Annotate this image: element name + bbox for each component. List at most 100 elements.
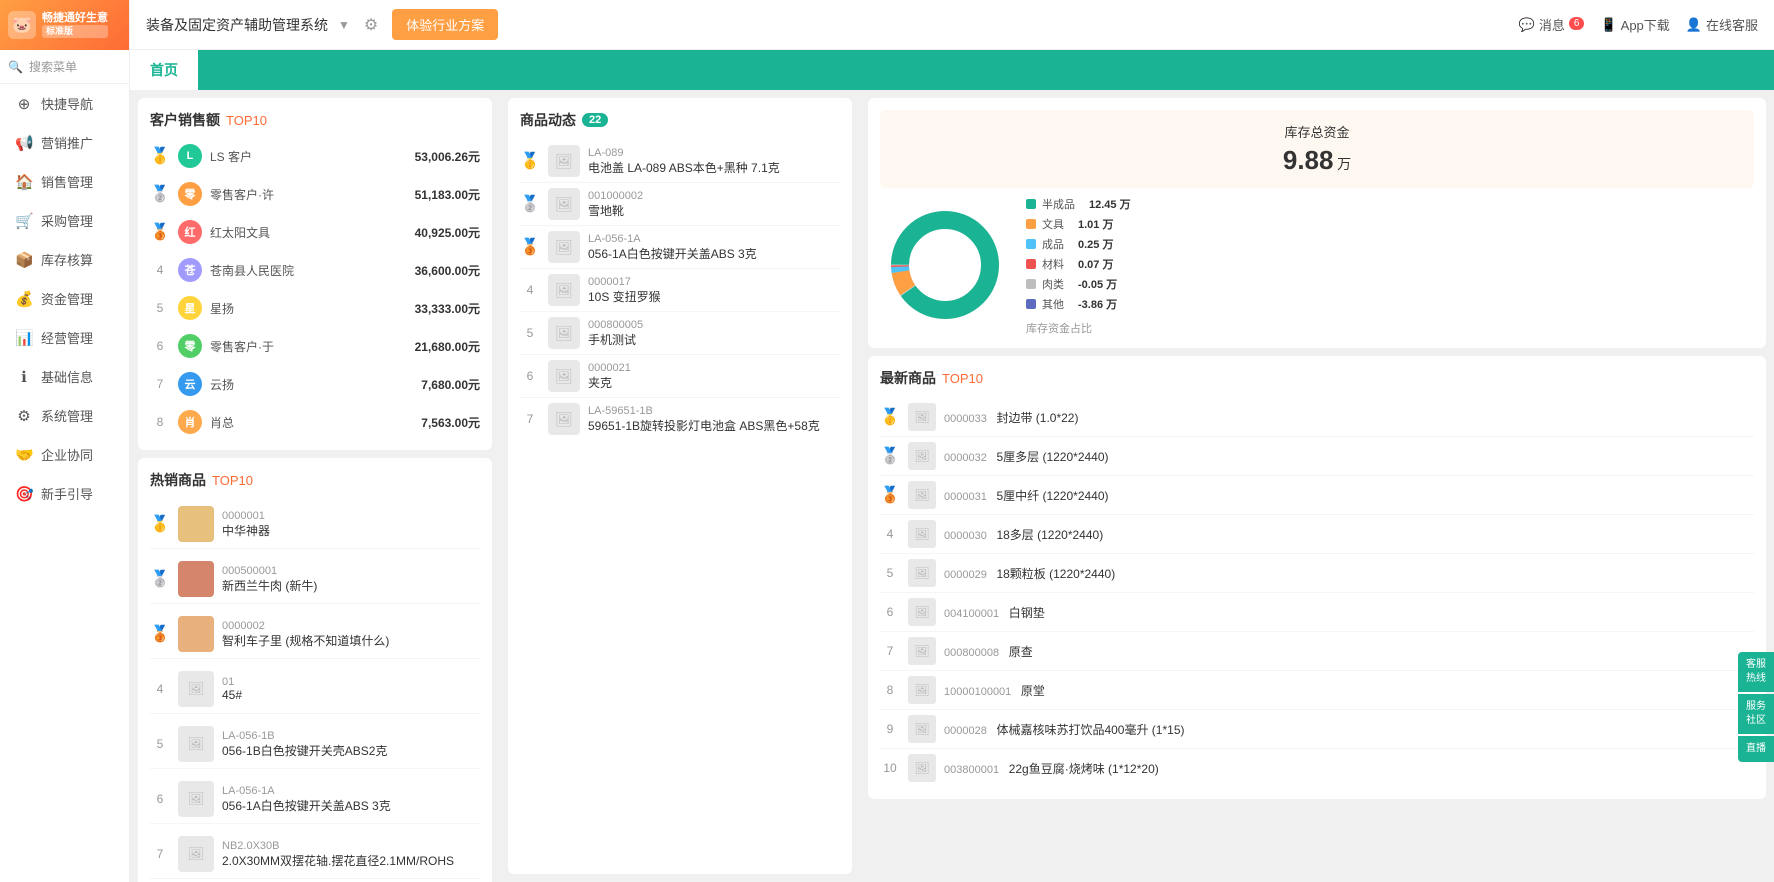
update-code: LA-056-1A: [588, 233, 840, 245]
latest-thumb: 🖼: [908, 676, 936, 704]
float-community[interactable]: 服务社区: [1738, 694, 1774, 734]
hot-product-code: 0000001: [222, 510, 270, 522]
product-updates-title: 商品动态 22: [520, 110, 840, 130]
update-info: 000800005 手机测试: [588, 319, 840, 348]
rank-medal: 🥉: [150, 222, 170, 242]
sales-icon: 🏠: [15, 173, 33, 191]
app-download-btn[interactable]: 📱 App下载: [1600, 15, 1669, 34]
latest-medal: 8: [880, 681, 900, 699]
latest-goods-item: 🥉 🖼 0000031 5厘中纤 (1220*2440): [880, 476, 1754, 515]
hot-product-code: 000500001: [222, 565, 317, 577]
rank-medal: 6: [150, 337, 170, 355]
hot-product-code: LA-056-1B: [222, 730, 387, 742]
sidebar-item-finance[interactable]: 💰 资金管理: [0, 279, 129, 318]
legend-dot-other: [1026, 299, 1036, 309]
hot-product-item: 6 🖼 LA-056-1A 056-1A白色按键开关盖ABS 3克: [150, 775, 480, 824]
sidebar-item-purchase[interactable]: 🛒 采购管理: [0, 201, 129, 240]
rank-amount: 51,183.00元: [415, 186, 480, 203]
latest-goods-item: 8 🖼 10000100001 原堂: [880, 671, 1754, 710]
service-icon: 👤: [1686, 17, 1702, 33]
rank-name: 星扬: [210, 300, 407, 317]
latest-thumb: 🖼: [908, 481, 936, 509]
update-name: 59651-1B旋转投影灯电池盒 ABS黑色+58克: [588, 417, 840, 434]
online-service-btn[interactable]: 👤 在线客服: [1686, 15, 1758, 34]
panel-middle: 商品动态 22 🥇 🖼 LA-089 电池盖 LA-089 ABS本色+黑种 7…: [500, 90, 860, 882]
product-update-item: 5 🖼 000800005 手机测试: [520, 312, 840, 355]
hot-rank-medal: 7: [150, 845, 170, 863]
logo-text: 畅捷通好生意 标准版: [42, 12, 108, 38]
product-placeholder: 🖼: [178, 671, 214, 707]
legend-dot-semifinished: [1026, 199, 1036, 209]
hot-product-item: 4 🖼 01 45#: [150, 665, 480, 714]
rank-avatar: 零: [178, 334, 202, 358]
hot-product-code: NB2.0X30B: [222, 840, 454, 852]
topbar-dropdown-icon[interactable]: ▼: [338, 18, 350, 32]
legend-dot-stationery: [1026, 219, 1036, 229]
customer-rank-item: 4 苍 苍南县人民医院 36,600.00元: [150, 254, 480, 286]
update-thumb: 🖼: [548, 188, 580, 220]
latest-goods-item: 🥈 🖼 0000032 5厘多层 (1220*2440): [880, 437, 1754, 476]
latest-name: 18颗粒板 (1220*2440): [996, 567, 1115, 581]
latest-goods-item: 7 🖼 000800008 原查: [880, 632, 1754, 671]
rank-name: 云扬: [210, 376, 413, 393]
latest-goods-list: 🥇 🖼 0000033 封边带 (1.0*22) 🥈 🖼 0000032 5厘多…: [880, 398, 1754, 787]
rank-name: LS 客户: [210, 148, 407, 165]
nav-home[interactable]: 首页: [130, 50, 198, 90]
update-code: LA-59651-1B: [588, 405, 840, 417]
sidebar-item-system[interactable]: ⚙ 系统管理: [0, 396, 129, 435]
system-icon: ⚙: [15, 407, 33, 425]
latest-code: 003800001: [944, 764, 999, 776]
product-placeholder: 🖼: [178, 726, 214, 762]
hot-product-item: 7 🖼 NB2.0X30B 2.0X30MM双摆花轴.摆花直径2.1MM/ROH…: [150, 830, 480, 879]
sidebar-item-operations[interactable]: 📊 经营管理: [0, 318, 129, 357]
sidebar-item-sales[interactable]: 🏠 销售管理: [0, 162, 129, 201]
update-code: 000800005: [588, 319, 840, 331]
hot-product-name: 056-1A白色按键开关盖ABS 3克: [222, 797, 391, 814]
latest-thumb: 🖼: [908, 754, 936, 782]
hot-product-name: 智利车子里 (规格不知道填什么): [222, 632, 389, 649]
product-update-item: 4 🖼 0000017 10S 变扭罗猴: [520, 269, 840, 312]
topbar-system-name: 装备及固定资产辅助管理系统: [146, 15, 328, 35]
update-medal: 🥉: [520, 237, 540, 257]
sidebar-item-guide[interactable]: 🎯 新手引导: [0, 474, 129, 513]
hot-product-code: 0000002: [222, 620, 389, 632]
latest-thumb: 🖼: [908, 442, 936, 470]
latest-medal: 10: [880, 759, 900, 777]
latest-thumb: 🖼: [908, 559, 936, 587]
product-update-item: 7 🖼 LA-59651-1B 59651-1B旋转投影灯电池盒 ABS黑色+5…: [520, 398, 840, 440]
inventory-total: 库存总资金 9.88 万: [880, 110, 1754, 188]
sidebar-item-shortcuts[interactable]: ⊕ 快捷导航: [0, 84, 129, 123]
sidebar-item-collab[interactable]: 🤝 企业协同: [0, 435, 129, 474]
float-buttons: 客服热线 服务社区 直播: [1738, 652, 1774, 762]
update-code: LA-089: [588, 147, 840, 159]
latest-name: 白钢垫: [1009, 606, 1045, 620]
inventory-icon: 📦: [15, 251, 33, 269]
update-name: 10S 变扭罗猴: [588, 288, 840, 305]
latest-info: 0000029 18颗粒板 (1220*2440): [944, 565, 1754, 582]
topbar-gear-icon[interactable]: ⚙: [364, 15, 378, 35]
update-medal: 5: [520, 324, 540, 342]
sidebar-item-inventory[interactable]: 📦 库存核算: [0, 240, 129, 279]
hot-product-name: 中华神器: [222, 522, 270, 539]
trial-button[interactable]: 体验行业方案: [392, 9, 498, 40]
latest-goods-title: 最新商品 TOP10: [880, 368, 1754, 388]
rank-medal: 🥇: [150, 146, 170, 166]
float-service[interactable]: 客服热线: [1738, 652, 1774, 692]
hot-rank-medal: 🥇: [150, 514, 170, 534]
update-medal: 🥇: [520, 151, 540, 171]
sidebar-item-marketing[interactable]: 📢 营销推广: [0, 123, 129, 162]
sidebar-search[interactable]: 🔍 搜索菜单: [0, 50, 129, 84]
float-live[interactable]: 直播: [1738, 736, 1774, 762]
latest-name: 22g鱼豆腐·烧烤味 (1*12*20): [1009, 762, 1159, 776]
notification-btn[interactable]: 💬 消息 6: [1519, 15, 1585, 34]
hot-product-name: 45#: [222, 688, 242, 702]
latest-goods-item: 10 🖼 003800001 22g鱼豆腐·烧烤味 (1*12*20): [880, 749, 1754, 787]
latest-code: 0000033: [944, 413, 987, 425]
hot-rank-medal: 🥈: [150, 569, 170, 589]
customer-rank-item: 6 零 零售客户·于 21,680.00元: [150, 330, 480, 362]
latest-thumb: 🖼: [908, 715, 936, 743]
sidebar-item-basics[interactable]: ℹ 基础信息: [0, 357, 129, 396]
main-wrap: 装备及固定资产辅助管理系统 ▼ ⚙ 体验行业方案 💬 消息 6 📱 App下载 …: [130, 0, 1774, 882]
customer-rank-item: 🥉 红 红太阳文具 40,925.00元: [150, 216, 480, 248]
rank-avatar: 星: [178, 296, 202, 320]
